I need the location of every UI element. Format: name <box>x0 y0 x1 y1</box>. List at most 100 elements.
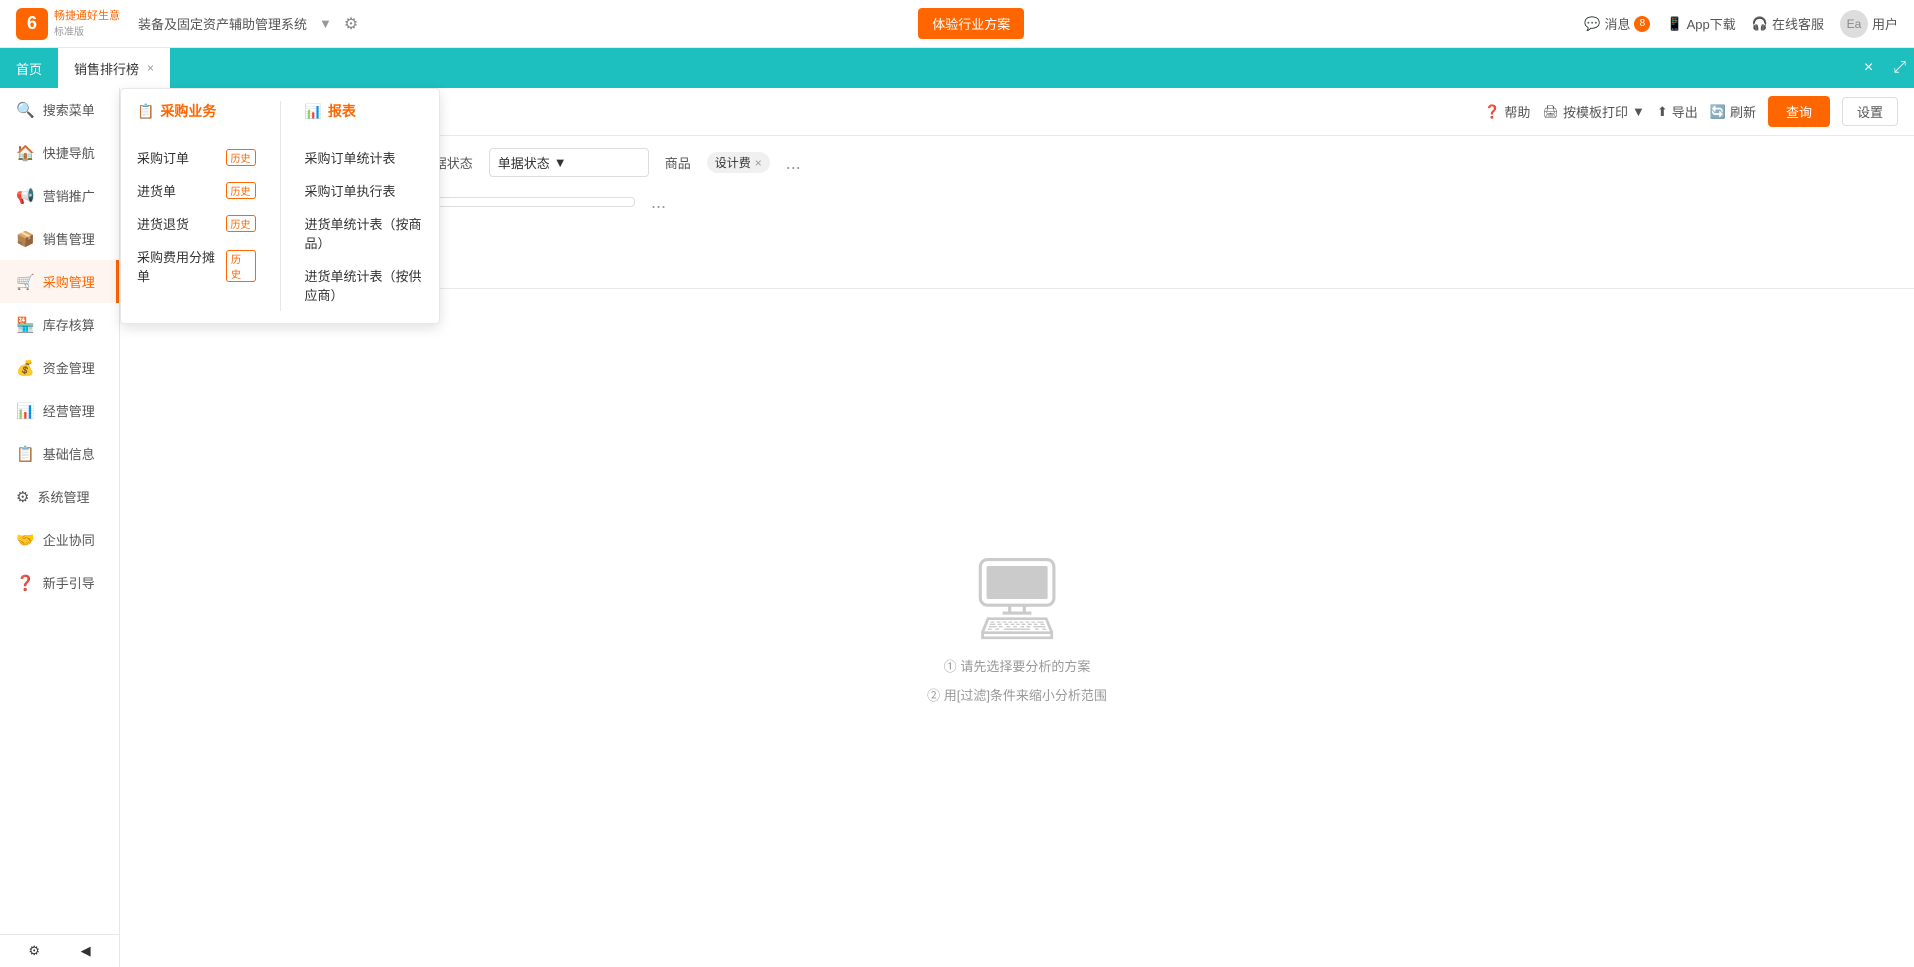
logo-area: 6 畅捷通好生意 标准版 <box>16 8 126 40</box>
sidebar-label-capital: 资金管理 <box>43 358 95 377</box>
dropdown-item-return[interactable]: 进货退货 历史 <box>137 207 256 240</box>
salesman-select[interactable] <box>435 197 635 207</box>
sidebar-item-operation[interactable]: 📊 经营管理 <box>0 389 119 432</box>
purchase-order-label: 采购订单 <box>137 148 189 167</box>
print-label: 按模板打印 <box>1563 102 1628 121</box>
user-label: 用户 <box>1872 14 1898 33</box>
industry-btn[interactable]: 体验行业方案 <box>918 8 1024 39</box>
report-3-label: 进货单统计表（按商品） <box>305 214 424 252</box>
sidebar-item-purchase[interactable]: 🛒 采购管理 <box>0 260 119 303</box>
sidebar-item-inventory[interactable]: 🏪 库存核算 <box>0 303 119 346</box>
system-title-chevron[interactable]: ▼ <box>319 16 332 31</box>
dropdown-purchase-title: 📋 采购业务 <box>137 101 256 129</box>
logo-text: 畅捷通好生意 <box>54 9 120 23</box>
sidebar-item-sales[interactable]: 📦 销售管理 <box>0 217 119 260</box>
doc-status-select[interactable]: 单据状态 ▼ <box>489 148 649 177</box>
goods-tag-text: 设计费 <box>715 154 751 171</box>
sidebar-item-capital[interactable]: 💰 资金管理 <box>0 346 119 389</box>
logo-tag: 标准版 <box>54 23 120 38</box>
handshake-icon: 🤝 <box>16 531 35 549</box>
empty-state: 🖥 ① 请先选择要分析的方案 ② 用[过滤]条件来缩小分析范围 <box>120 289 1914 967</box>
dropdown-item-incoming[interactable]: 进货单 历史 <box>137 174 256 207</box>
clipboard-icon: 📋 <box>16 445 35 463</box>
dropdown-menu: 📋 采购业务 采购订单 历史 进货单 历史 进货退货 历史 采购费用分摊单 历史… <box>120 88 440 324</box>
sidebar-label-purchase: 采购管理 <box>43 272 95 291</box>
report-4-label: 进货单统计表（按供应商） <box>305 266 424 304</box>
store-icon: 🏪 <box>16 316 35 334</box>
hint2-bullet: ② <box>927 688 940 703</box>
dropdown-report-title: 📊 报表 <box>305 101 424 129</box>
sidebar-item-guide[interactable]: ❓ 新手引导 <box>0 561 119 604</box>
dropdown-item-purchase-order[interactable]: 采购订单 历史 <box>137 141 256 174</box>
export-btn[interactable]: ⬆ 导出 <box>1657 102 1698 121</box>
salesman-more-dots[interactable]: ... <box>651 193 666 211</box>
sidebar-item-search[interactable]: 🔍 搜索菜单 <box>0 88 119 131</box>
goods-label: 商品 <box>665 153 691 172</box>
sidebar-label-search: 搜索菜单 <box>43 100 95 119</box>
hint1-text: 请先选择要分析的方案 <box>960 659 1090 674</box>
expense-hist[interactable]: 历史 <box>226 250 256 282</box>
help-label: 帮助 <box>1504 102 1530 121</box>
print-btn[interactable]: 🖨 按模板打印 ▼ <box>1542 102 1644 121</box>
sidebar-item-enterprise[interactable]: 🤝 企业协同 <box>0 518 119 561</box>
sidebar-item-quick-nav[interactable]: 🏠 快捷导航 <box>0 131 119 174</box>
sidebar-item-marketing[interactable]: 📢 营销推广 <box>0 174 119 217</box>
goods-tag-close[interactable]: × <box>755 156 762 170</box>
tab-sales-close[interactable]: × <box>147 61 154 75</box>
report-col-label: 报表 <box>328 101 356 121</box>
print-chevron[interactable]: ▼ <box>1632 104 1645 119</box>
refresh-btn[interactable]: 🔄 刷新 <box>1710 102 1756 121</box>
logo-text-area: 畅捷通好生意 标准版 <box>54 9 120 38</box>
sidebar-item-basic-info[interactable]: 📋 基础信息 <box>0 432 119 475</box>
dropdown-report-4[interactable]: 进货单统计表（按供应商） <box>305 259 424 311</box>
return-label: 进货退货 <box>137 214 189 233</box>
incoming-hist[interactable]: 历史 <box>226 182 256 199</box>
dropdown-report-2[interactable]: 采购订单执行表 <box>305 174 424 207</box>
query-button[interactable]: 查询 <box>1768 96 1830 127</box>
export-icon: ⬆ <box>1657 104 1668 120</box>
settings-icon[interactable]: ⚙ <box>344 14 358 34</box>
purchase-order-hist[interactable]: 历史 <box>226 149 256 166</box>
goods-more-dots[interactable]: ... <box>786 154 801 172</box>
help-btn[interactable]: ❓ 帮助 <box>1484 102 1530 121</box>
topbar-actions: 体验行业方案 <box>918 8 1024 39</box>
sidebar-settings-icon[interactable]: ⚙ <box>28 943 40 959</box>
nav-tabs: 首页 销售排行榜 × × ⤢ <box>0 48 1914 88</box>
sidebar-label-enterprise: 企业协同 <box>43 530 95 549</box>
headset-icon: 🎧 <box>1752 16 1768 32</box>
system-title: 装备及固定资产辅助管理系统 <box>138 14 307 33</box>
settings-button[interactable]: 设置 <box>1842 97 1898 126</box>
topbar: 6 畅捷通好生意 标准版 装备及固定资产辅助管理系统 ▼ ⚙ 体验行业方案 💬 … <box>0 0 1914 48</box>
help-icon: ❓ <box>1484 104 1500 120</box>
user-item[interactable]: Ea 用户 <box>1840 10 1898 38</box>
hint2-text: 用[过滤]条件来缩小分析范围 <box>944 688 1107 703</box>
return-hist[interactable]: 历史 <box>226 215 256 232</box>
expand-icon[interactable]: ⤢ <box>1885 59 1914 77</box>
purchase-col-label: 采购业务 <box>160 101 216 121</box>
sidebar-label-operation: 经营管理 <box>43 401 95 420</box>
empty-icon: 🖥 <box>966 552 1068 646</box>
goods-tag: 设计费 × <box>707 152 770 173</box>
service-label: 在线客服 <box>1772 14 1824 33</box>
dropdown-report-1[interactable]: 采购订单统计表 <box>305 141 424 174</box>
incoming-label: 进货单 <box>137 181 176 200</box>
close-all-icon[interactable]: × <box>1852 59 1885 77</box>
service-item[interactable]: 🎧 在线客服 <box>1752 14 1824 33</box>
sidebar-item-system[interactable]: ⚙ 系统管理 <box>0 475 119 518</box>
tab-sales[interactable]: 销售排行榜 × <box>58 48 170 88</box>
purchase-col-icon: 📋 <box>137 103 154 120</box>
tab-home[interactable]: 首页 <box>0 48 58 88</box>
sidebar-label-basic-info: 基础信息 <box>43 444 95 463</box>
dropdown-report-3[interactable]: 进货单统计表（按商品） <box>305 207 424 259</box>
report-2-label: 采购订单执行表 <box>305 181 396 200</box>
logo-icon: 6 <box>16 8 48 40</box>
doc-status-chevron: ▼ <box>554 155 567 170</box>
dropdown-item-expense[interactable]: 采购费用分摊单 历史 <box>137 240 256 292</box>
refresh-label: 刷新 <box>1730 102 1756 121</box>
tab-home-label: 首页 <box>16 59 42 78</box>
cart-icon: 🛒 <box>16 273 35 291</box>
app-item[interactable]: 📱 App下载 <box>1666 14 1735 33</box>
search-icon: 🔍 <box>16 101 35 119</box>
msg-item[interactable]: 💬 消息 8 <box>1584 14 1650 33</box>
sidebar-collapse-icon[interactable]: ◀ <box>81 943 91 959</box>
